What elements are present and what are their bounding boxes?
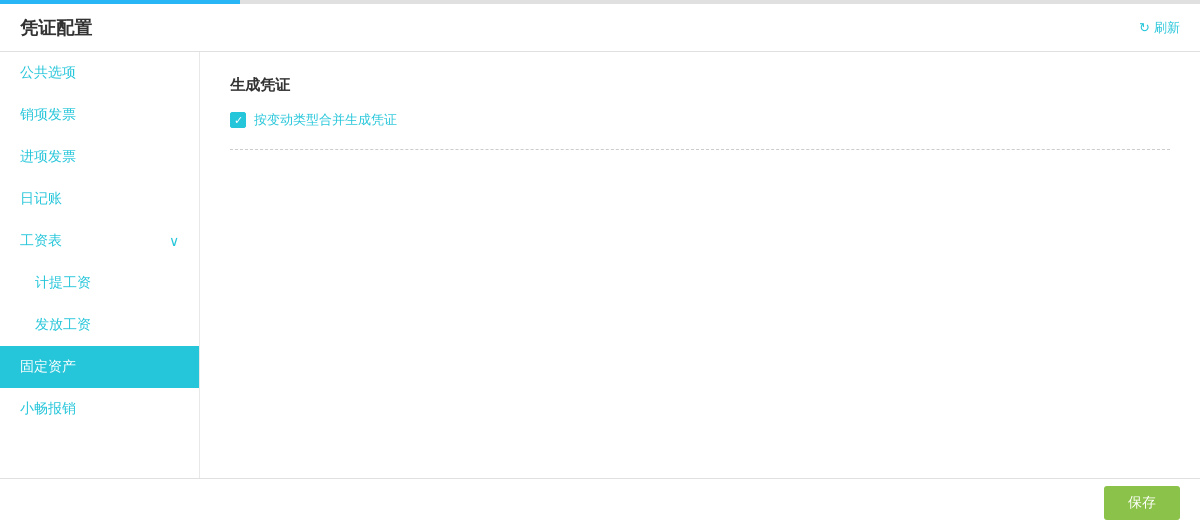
sidebar-item-journal[interactable]: 日记账 xyxy=(0,178,199,220)
content-area: 生成凭证 按变动类型合并生成凭证 xyxy=(200,52,1200,478)
footer: 保存 xyxy=(0,478,1200,522)
save-button[interactable]: 保存 xyxy=(1104,486,1180,520)
sidebar-item-label: 进项发票 xyxy=(20,148,76,166)
sidebar-item-sales-invoice[interactable]: 销项发票 xyxy=(0,94,199,136)
sidebar-item-label: 日记账 xyxy=(20,190,62,208)
sidebar-item-calculate-salary[interactable]: 计提工资 xyxy=(0,262,199,304)
sidebar: 公共选项 销项发票 进项发票 日记账 工资表 ∨ 计提工资 发放工资 固定资产 … xyxy=(0,52,200,478)
section-title: 生成凭证 xyxy=(230,76,1170,95)
sidebar-item-label: 发放工资 xyxy=(35,316,91,334)
chevron-down-icon: ∨ xyxy=(169,233,179,249)
sidebar-item-label: 销项发票 xyxy=(20,106,76,124)
sidebar-item-expense[interactable]: 小畅报销 xyxy=(0,388,199,430)
sidebar-item-fixed-assets[interactable]: 固定资产 xyxy=(0,346,199,388)
refresh-icon: ↻ xyxy=(1139,20,1150,35)
header: 凭证配置 ↻ 刷新 xyxy=(0,4,1200,52)
sidebar-item-label: 工资表 xyxy=(20,232,62,250)
sidebar-item-label: 小畅报销 xyxy=(20,400,76,418)
sidebar-item-purchase-invoice[interactable]: 进项发票 xyxy=(0,136,199,178)
merge-checkbox[interactable] xyxy=(230,112,246,128)
sidebar-item-payroll[interactable]: 工资表 ∨ xyxy=(0,220,199,262)
sidebar-item-label: 公共选项 xyxy=(20,64,76,82)
checkbox-row: 按变动类型合并生成凭证 xyxy=(230,111,1170,129)
sidebar-item-label: 固定资产 xyxy=(20,358,76,376)
refresh-button[interactable]: ↻ 刷新 xyxy=(1139,19,1180,37)
page-title: 凭证配置 xyxy=(20,16,92,40)
sidebar-item-public[interactable]: 公共选项 xyxy=(0,52,199,94)
refresh-label: 刷新 xyxy=(1154,19,1180,37)
main-layout: 公共选项 销项发票 进项发票 日记账 工资表 ∨ 计提工资 发放工资 固定资产 … xyxy=(0,52,1200,478)
section-divider xyxy=(230,149,1170,150)
merge-checkbox-label[interactable]: 按变动类型合并生成凭证 xyxy=(254,111,397,129)
sidebar-item-pay-salary[interactable]: 发放工资 xyxy=(0,304,199,346)
sidebar-item-label: 计提工资 xyxy=(35,274,91,292)
